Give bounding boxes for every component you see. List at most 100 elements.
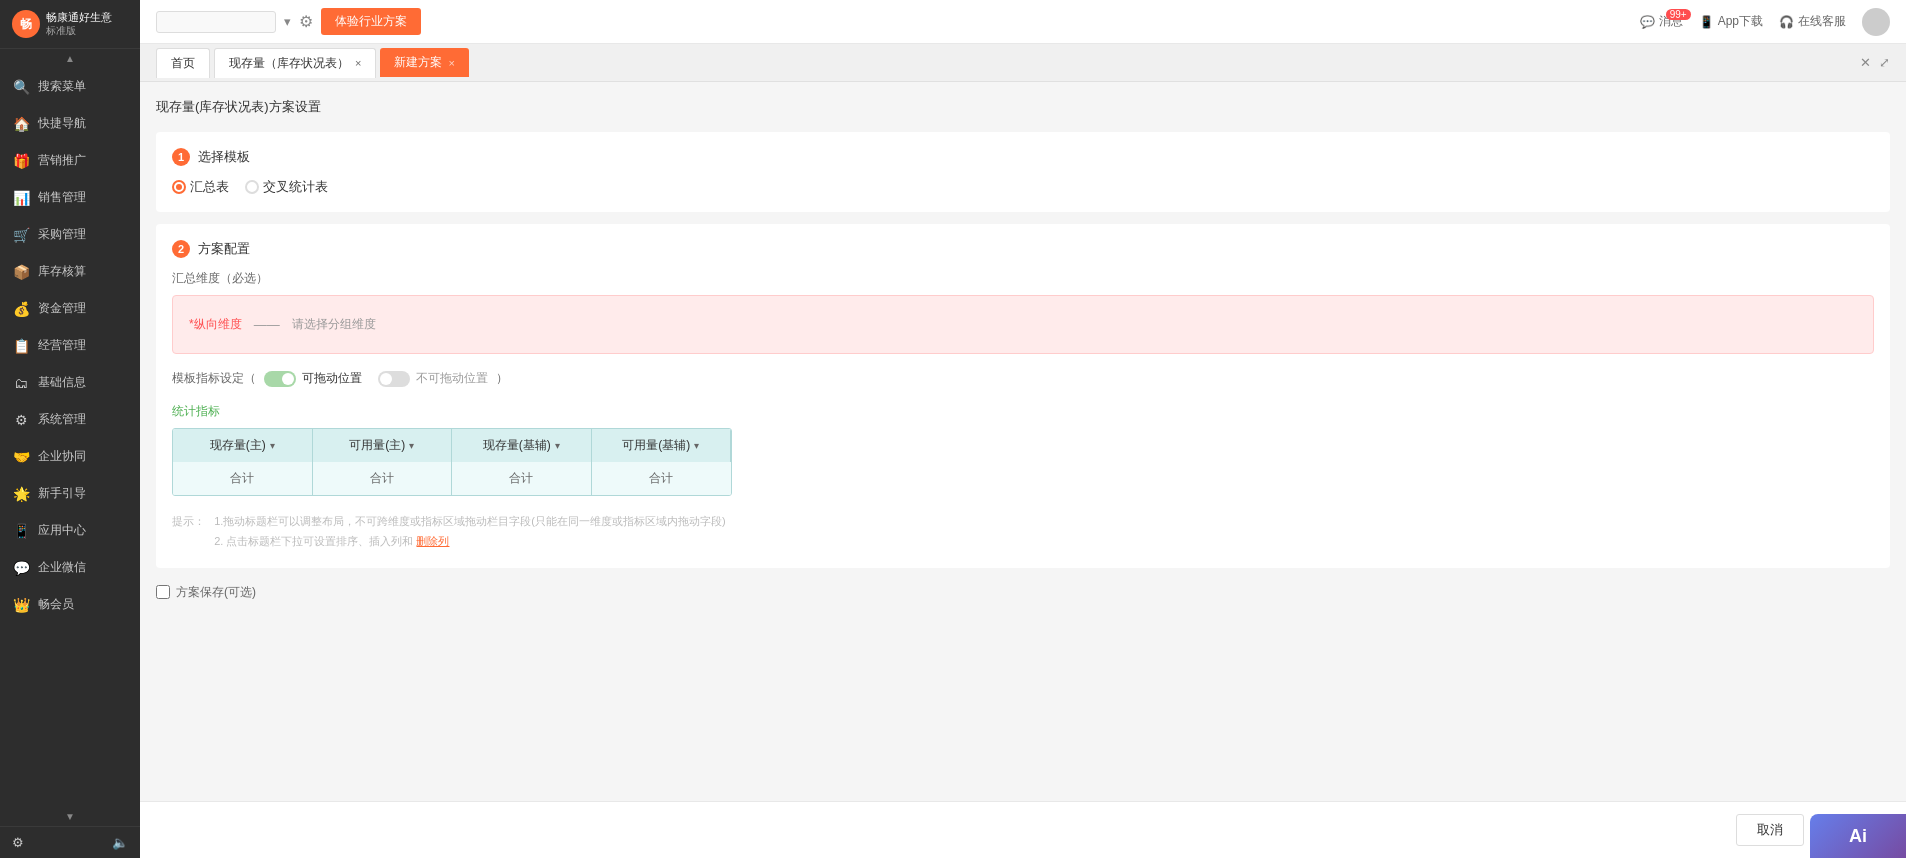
sidebar-item-label: 搜索菜单 <box>38 78 86 95</box>
star-icon: 🌟 <box>12 486 30 502</box>
clipboard-icon: 📋 <box>12 338 30 354</box>
sidebar-item-search[interactable]: 🔍 搜索菜单 <box>0 68 140 105</box>
app-download[interactable]: 📱 App下载 <box>1699 13 1763 30</box>
expand-tab-icon[interactable]: ⤢ <box>1879 55 1890 70</box>
tab-new-plan-close[interactable]: × <box>448 57 454 69</box>
sidebar-item-label: 采购管理 <box>38 226 86 243</box>
stats-header-col4[interactable]: 可用量(基辅) ▾ <box>592 429 732 462</box>
toggle-movable-box[interactable] <box>264 371 296 387</box>
sidebar-item-inventory[interactable]: 📦 库存核算 <box>0 253 140 290</box>
tip2-prefix: 2. 点击标题栏下拉可设置排序、插入列和 <box>214 535 413 547</box>
toggle-fixed[interactable]: 不可拖动位置 <box>378 370 488 387</box>
tab-home[interactable]: 首页 <box>156 48 210 78</box>
stats-header-col2-chevron[interactable]: ▾ <box>409 440 414 451</box>
stats-header-col2-text: 可用量(主) <box>349 437 405 454</box>
radio-summary-dot <box>176 184 182 190</box>
stats-body-col4: 合计 <box>592 462 732 495</box>
search-icon: 🔍 <box>12 79 30 95</box>
toggle-movable[interactable]: 可拖动位置 <box>264 370 362 387</box>
stats-body-col1: 合计 <box>173 462 313 495</box>
service-label: 在线客服 <box>1798 13 1846 30</box>
topbar-chevron-icon[interactable]: ▾ <box>284 14 291 29</box>
money-icon: 💰 <box>12 301 30 317</box>
content-area: 现存量(库存状况表)方案设置 1 选择模板 汇总表 交叉统计表 <box>140 82 1906 801</box>
stats-header-col3[interactable]: 现存量(基辅) ▾ <box>452 429 592 462</box>
stats-header-col4-chevron[interactable]: ▾ <box>694 440 699 451</box>
step2-num: 2 <box>172 240 190 258</box>
tab-new-plan[interactable]: 新建方案 × <box>380 48 468 77</box>
sidebar: 畅 畅康通好生意 标准版 ▲ 🔍 搜索菜单 🏠 快捷导航 🎁 营销推广 📊 销售… <box>0 0 140 858</box>
download-icon: 📱 <box>1699 15 1714 29</box>
sidebar-item-quick-nav[interactable]: 🏠 快捷导航 <box>0 105 140 142</box>
page-title: 现存量(库存状况表)方案设置 <box>156 98 1890 116</box>
sidebar-item-app-center[interactable]: 📱 应用中心 <box>0 512 140 549</box>
settings-icon[interactable]: ⚙ <box>12 835 24 850</box>
template-radio-group: 汇总表 交叉统计表 <box>172 178 1874 196</box>
save-checkbox[interactable] <box>156 585 170 599</box>
sidebar-item-label: 应用中心 <box>38 522 86 539</box>
sidebar-item-wechat[interactable]: 💬 企业微信 <box>0 549 140 586</box>
user-avatar[interactable] <box>1862 8 1890 36</box>
cart-icon: 🛒 <box>12 227 30 243</box>
sidebar-item-purchase[interactable]: 🛒 采购管理 <box>0 216 140 253</box>
stats-header-col3-chevron[interactable]: ▾ <box>555 440 560 451</box>
radio-summary-circle <box>172 180 186 194</box>
app-version: 标准版 <box>46 24 112 38</box>
sidebar-item-label: 资金管理 <box>38 300 86 317</box>
topbar-gear-icon[interactable]: ⚙ <box>299 12 313 31</box>
tab-inventory[interactable]: 现存量（库存状况表） × <box>214 48 376 78</box>
sidebar-item-label: 新手引导 <box>38 485 86 502</box>
sidebar-scroll-down[interactable]: ▼ <box>0 807 140 826</box>
sidebar-logo: 畅 畅康通好生意 标准版 <box>0 0 140 49</box>
tab-new-plan-label: 新建方案 <box>394 54 442 71</box>
sidebar-item-management[interactable]: 📋 经营管理 <box>0 327 140 364</box>
indicator-label-row: 模板指标设定（ 可拖动位置 不可拖动位置 ） <box>172 370 1874 387</box>
dimension-area[interactable]: *纵向维度 —— 请选择分组维度 <box>172 295 1874 354</box>
close-tab-icon[interactable]: ✕ <box>1860 55 1871 70</box>
stats-header-col2[interactable]: 可用量(主) ▾ <box>313 429 453 462</box>
sidebar-scroll-up[interactable]: ▲ <box>0 49 140 68</box>
stats-header-col1[interactable]: 现存量(主) ▾ <box>173 429 313 462</box>
section-step2: 2 方案配置 汇总维度（必选） *纵向维度 —— 请选择分组维度 模板指标设定（ <box>156 224 1890 568</box>
sidebar-item-finance[interactable]: 💰 资金管理 <box>0 290 140 327</box>
folder-icon: 🗂 <box>12 375 30 391</box>
sidebar-item-basic[interactable]: 🗂 基础信息 <box>0 364 140 401</box>
stats-section: 统计指标 现存量(主) ▾ 可用量(主) ▾ 现存量(基辅) ▾ <box>172 403 1874 496</box>
stats-header-col1-text: 现存量(主) <box>210 437 266 454</box>
sidebar-item-label: 营销推广 <box>38 152 86 169</box>
message-badge[interactable]: 💬 消息 99+ <box>1640 13 1683 30</box>
radio-summary[interactable]: 汇总表 <box>172 178 229 196</box>
sound-icon[interactable]: 🔈 <box>112 835 128 850</box>
cancel-button[interactable]: 取消 <box>1736 814 1804 846</box>
toggle-fixed-box[interactable] <box>378 371 410 387</box>
ai-float-button[interactable]: Ai <box>1810 814 1906 858</box>
online-service[interactable]: 🎧 在线客服 <box>1779 13 1846 30</box>
home-icon: 🏠 <box>12 116 30 132</box>
sidebar-item-sales[interactable]: 📊 销售管理 <box>0 179 140 216</box>
stats-header-col1-chevron[interactable]: ▾ <box>270 440 275 451</box>
toggle-fixed-thumb <box>380 373 392 385</box>
sidebar-item-member[interactable]: 👑 畅会员 <box>0 586 140 623</box>
topbar-search-input[interactable] <box>156 11 276 33</box>
sidebar-item-label: 经营管理 <box>38 337 86 354</box>
toggle-movable-label: 可拖动位置 <box>302 370 362 387</box>
sidebar-item-enterprise[interactable]: 🤝 企业协同 <box>0 438 140 475</box>
tip2-link[interactable]: 删除列 <box>416 535 449 547</box>
crown-icon: 👑 <box>12 597 30 613</box>
radio-cross[interactable]: 交叉统计表 <box>245 178 328 196</box>
indicator-label-text: 模板指标设定（ <box>172 370 256 387</box>
summary-dimension-label: 汇总维度（必选） <box>172 270 1874 287</box>
tab-inventory-close[interactable]: × <box>355 57 361 69</box>
sidebar-nav: 🔍 搜索菜单 🏠 快捷导航 🎁 营销推广 📊 销售管理 🛒 采购管理 📦 库存核… <box>0 68 140 807</box>
trial-btn[interactable]: 体验行业方案 <box>321 8 421 35</box>
footer: 取消 查询 <box>140 801 1906 858</box>
sidebar-item-marketing[interactable]: 🎁 营销推广 <box>0 142 140 179</box>
gift-icon: 🎁 <box>12 153 30 169</box>
sidebar-item-system[interactable]: ⚙ 系统管理 <box>0 401 140 438</box>
sidebar-item-label: 快捷导航 <box>38 115 86 132</box>
sidebar-item-new-guide[interactable]: 🌟 新手引导 <box>0 475 140 512</box>
topbar-left: ▾ ⚙ 体验行业方案 <box>156 8 1628 35</box>
save-row: 方案保存(可选) <box>156 584 1890 601</box>
step1-title: 选择模板 <box>198 148 250 166</box>
step1-header: 1 选择模板 <box>172 148 1874 166</box>
